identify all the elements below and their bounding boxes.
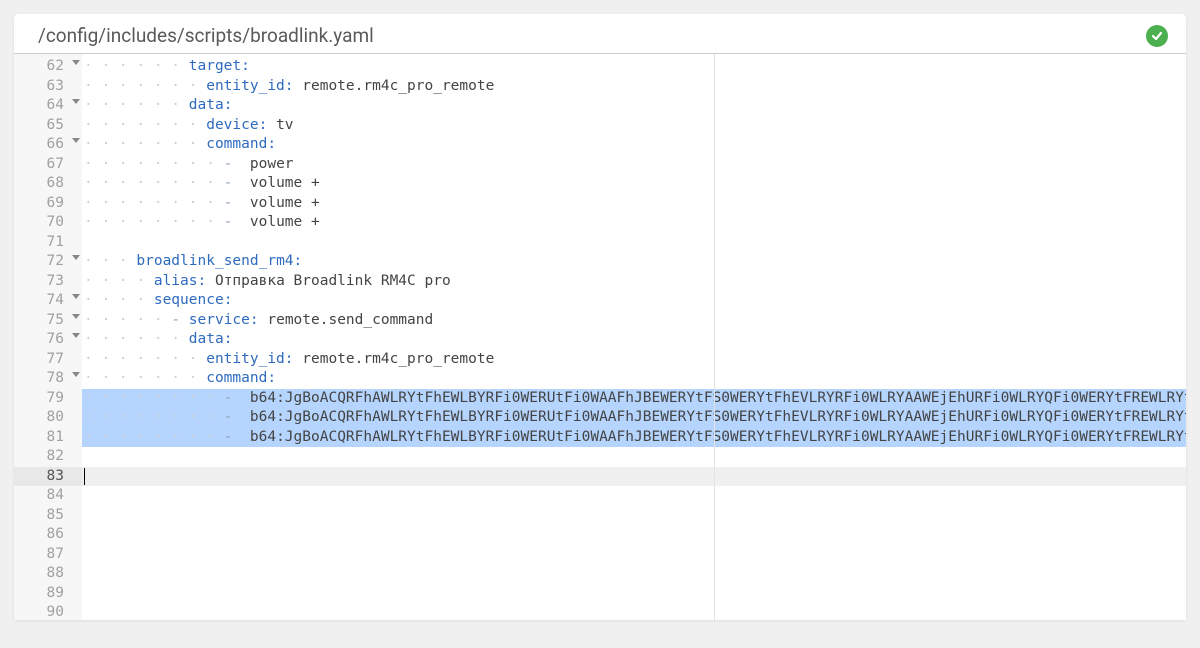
- code-content[interactable]: · · · · · · target:· · · · · · · entity_…: [82, 54, 1186, 620]
- code-line[interactable]: [82, 564, 1186, 584]
- code-line[interactable]: [82, 525, 1186, 545]
- code-line[interactable]: · · · · alias: Отправка Broadlink RM4C p…: [82, 272, 1186, 292]
- fold-marker-icon[interactable]: [72, 60, 80, 65]
- code-line[interactable]: [82, 545, 1186, 565]
- fold-marker-icon[interactable]: [72, 333, 80, 338]
- line-number: 82: [14, 447, 82, 467]
- code-line[interactable]: · · · · · · target:: [82, 57, 1186, 77]
- code-line[interactable]: · · · · · · data:: [82, 96, 1186, 116]
- line-number: 76: [14, 330, 82, 350]
- fold-marker-icon[interactable]: [72, 314, 80, 319]
- line-number: 77: [14, 350, 82, 370]
- line-number: 74: [14, 291, 82, 311]
- line-number: 83: [14, 467, 82, 487]
- line-number: 80: [14, 408, 82, 428]
- fold-marker-icon[interactable]: [72, 372, 80, 377]
- line-number: 68: [14, 174, 82, 194]
- fold-marker-icon[interactable]: [72, 138, 80, 143]
- code-line[interactable]: [82, 603, 1186, 620]
- line-number: 64: [14, 96, 82, 116]
- fold-marker-icon[interactable]: [72, 294, 80, 299]
- code-line[interactable]: · · · · · · · · - volume +: [82, 194, 1186, 214]
- editor-window: /config/includes/scripts/broadlink.yaml …: [14, 14, 1186, 620]
- line-number: 79: [14, 389, 82, 409]
- status-ok-icon: [1146, 25, 1168, 47]
- fold-marker-icon[interactable]: [72, 255, 80, 260]
- code-area[interactable]: 6263646566676869707172737475767778798081…: [14, 54, 1186, 620]
- code-line[interactable]: · · · broadlink_send_rm4:: [82, 252, 1186, 272]
- line-number: 66: [14, 135, 82, 155]
- line-number: 88: [14, 564, 82, 584]
- line-number: 67: [14, 155, 82, 175]
- code-line[interactable]: [82, 233, 1186, 253]
- code-line[interactable]: · · · · · · · · - power: [82, 155, 1186, 175]
- line-number: 71: [14, 233, 82, 253]
- line-number: 73: [14, 272, 82, 292]
- fold-marker-icon[interactable]: [72, 99, 80, 104]
- code-line[interactable]: · · · · · · · command:: [82, 369, 1186, 389]
- line-number: 75: [14, 311, 82, 331]
- editor-header: /config/includes/scripts/broadlink.yaml: [14, 14, 1186, 54]
- code-line[interactable]: · · · · · · · · - volume +: [82, 213, 1186, 233]
- code-line[interactable]: · · · · · - service: remote.send_command: [82, 311, 1186, 331]
- code-line[interactable]: · · · · sequence:: [82, 291, 1186, 311]
- line-number: 84: [14, 486, 82, 506]
- code-line[interactable]: · · · · · · · · - b64:JgBoACQRFhAWLRYtFh…: [82, 408, 1186, 428]
- line-number: 90: [14, 603, 82, 620]
- code-line[interactable]: [82, 486, 1186, 506]
- line-number: 89: [14, 584, 82, 604]
- code-line[interactable]: [82, 506, 1186, 526]
- line-number-gutter: 6263646566676869707172737475767778798081…: [14, 54, 82, 620]
- line-number: 78: [14, 369, 82, 389]
- code-line[interactable]: · · · · · · · · - b64:JgBoACQRFhAWLRYtFh…: [82, 389, 1186, 409]
- code-line[interactable]: [82, 584, 1186, 604]
- code-line[interactable]: · · · · · · · · - b64:JgBoACQRFhAWLRYtFh…: [82, 428, 1186, 448]
- file-path: /config/includes/scripts/broadlink.yaml: [38, 24, 1146, 47]
- code-line[interactable]: · · · · · · data:: [82, 330, 1186, 350]
- line-number: 87: [14, 545, 82, 565]
- code-line[interactable]: · · · · · · · entity_id: remote.rm4c_pro…: [82, 350, 1186, 370]
- code-line[interactable]: · · · · · · · · - volume +: [82, 174, 1186, 194]
- line-number: 62: [14, 57, 82, 77]
- line-number: 85: [14, 506, 82, 526]
- text-cursor: [84, 468, 85, 485]
- line-number: 72: [14, 252, 82, 272]
- code-line[interactable]: · · · · · · · command:: [82, 135, 1186, 155]
- line-number: 65: [14, 116, 82, 136]
- code-line[interactable]: · · · · · · · device: tv: [82, 116, 1186, 136]
- code-line[interactable]: [82, 447, 1186, 467]
- line-number: 70: [14, 213, 82, 233]
- code-line[interactable]: · · · · · · · entity_id: remote.rm4c_pro…: [82, 77, 1186, 97]
- line-number: 69: [14, 194, 82, 214]
- line-number: 86: [14, 525, 82, 545]
- line-number: 63: [14, 77, 82, 97]
- line-number: 81: [14, 428, 82, 448]
- print-margin: [714, 54, 715, 620]
- code-line[interactable]: [82, 467, 1186, 487]
